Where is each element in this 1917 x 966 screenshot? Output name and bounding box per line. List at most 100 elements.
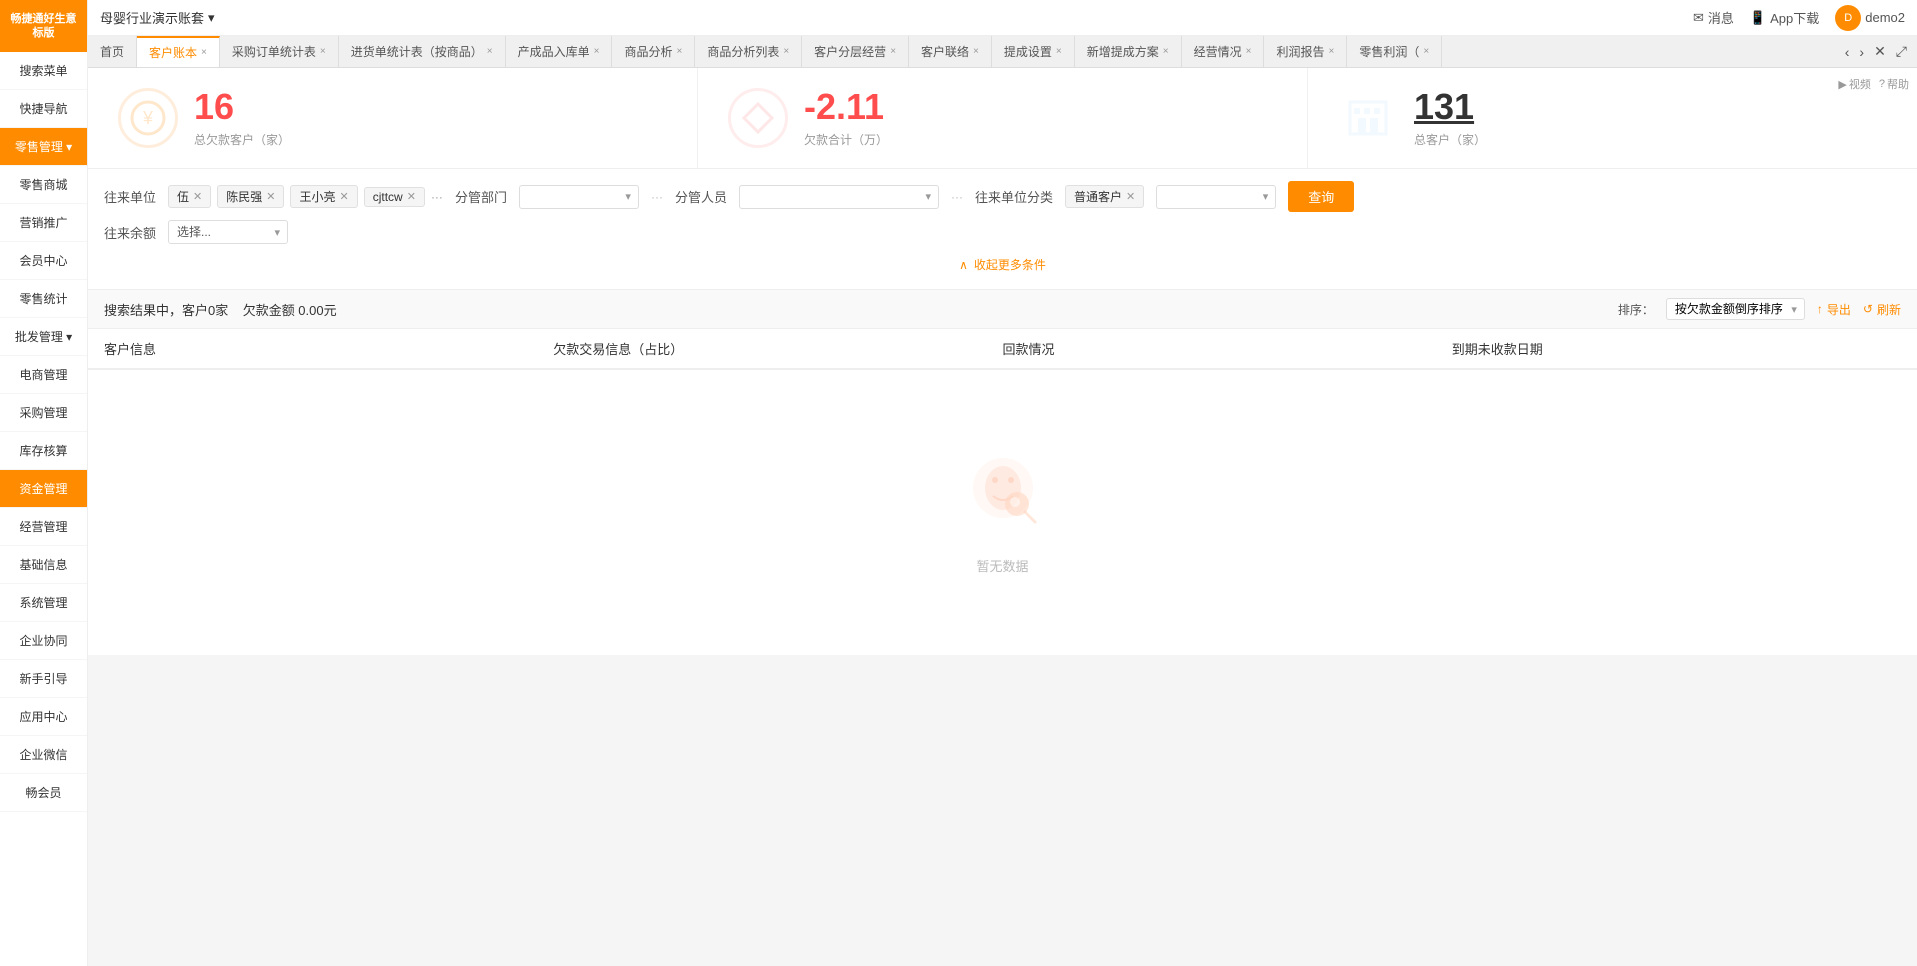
user-menu[interactable]: D demo2 [1835,5,1905,31]
tab-home[interactable]: 首页 [88,36,137,68]
tab-label-add_promo_plan: 新增提成方案 [1087,43,1159,60]
tab-customer_segment[interactable]: 客户分层经营× [802,36,909,68]
sidebar-item-finance_mgmt[interactable]: 资金管理 [0,470,87,508]
tab-label-retail_profit: 零售利润（ [1359,43,1419,60]
filter-collapse-row[interactable]: ∧ 收起更多条件 [104,252,1901,277]
filter-unit-tag-伍[interactable]: 伍 ✕ [168,185,211,208]
help-button[interactable]: ? 帮助 [1879,76,1909,92]
tab-label-customer_book: 客户账本 [149,44,197,61]
messages-label: 消息 [1708,8,1734,27]
tab-close-retail_profit[interactable]: × [1423,46,1429,57]
tab-add_promo_plan[interactable]: 新增提成方案 × [1075,36,1182,68]
stat-credit-amount: -2.11 欠款合计（万） [698,68,1308,168]
stat-value-credit-amount: -2.11 [804,89,888,125]
account-selector[interactable]: 母婴行业演示账套 ▾ [100,8,215,27]
tab-close-product_analysis[interactable]: × [676,46,682,57]
table-col-回款情况: 回款情况 [1003,339,1452,358]
filter-person-label: 分管人员 [675,187,727,206]
tabs-prev-button[interactable]: ‹ [1841,42,1854,62]
app-download-button[interactable]: 📱 App下载 [1750,8,1819,27]
tab-profit_report[interactable]: 利润报告 × [1264,36,1347,68]
query-button[interactable]: 查询 [1288,181,1354,212]
filter-unit-tag-cjttcw[interactable]: cjttcw ✕ [364,187,425,207]
filter-balance-select[interactable]: 选择... [168,220,288,244]
tab-produce_inbound[interactable]: 产成品入库单× [506,36,613,68]
tab-product_analysis_list[interactable]: 商品分析列表× [695,36,802,68]
tab-product_analysis[interactable]: 商品分析× [612,36,695,68]
sidebar-item-quick_nav[interactable]: 快捷导航 [0,90,87,128]
sidebar-item-retail_mall[interactable]: 零售商城 [0,166,87,204]
sidebar-item-enterprise_collab[interactable]: 企业协同 [0,622,87,660]
tabs-next-button[interactable]: › [1855,42,1868,62]
sidebar-item-batch_mgmt[interactable]: 批发管理 ▾ [0,318,87,356]
tabs-close-all-button[interactable]: ✕ [1870,41,1890,62]
sidebar: 畅捷通好生意 标版 搜索菜单快捷导航零售管理 ▾零售商城营销推广会员中心零售统计… [0,0,88,966]
tab-close-inbound_stats[interactable]: × [487,46,493,57]
filter-balance-container: 选择... [168,220,288,244]
sidebar-item-inventory[interactable]: 库存核算 [0,432,87,470]
sidebar-item-retail_mgmt[interactable]: 零售管理 ▾ [0,128,87,166]
export-icon: ↑ [1817,302,1823,316]
tab-close-business_status[interactable]: × [1246,46,1252,57]
filter-unit-label: 往来单位 [104,187,156,206]
filter-person-more[interactable]: ··· [951,190,963,204]
sidebar-logo: 畅捷通好生意 标版 [0,0,87,52]
filter-unit-tag-王小亮[interactable]: 王小亮 ✕ [290,185,357,208]
sidebar-item-member_vip[interactable]: 畅会员 [0,774,87,812]
tag-close[interactable]: ✕ [407,190,416,203]
tab-retail_profit[interactable]: 零售利润（ × [1347,36,1442,68]
sidebar-item-search[interactable]: 搜索菜单 [0,52,87,90]
results-bar: 搜索结果中，客户0家 欠款金额 0.00元 排序： 按欠款金额倒序排序 ↑ 导出… [88,290,1917,329]
avatar: D [1835,5,1861,31]
filter-unit-type-select[interactable] [1156,185,1276,209]
tab-label-business_status: 经营情况 [1194,43,1242,60]
refresh-button[interactable]: ↺ 刷新 [1863,301,1901,318]
stat-value-credit-customers: 16 [194,89,290,125]
tag-close[interactable]: ✕ [340,190,349,203]
tab-close-product_analysis_list[interactable]: × [783,46,789,57]
filter-person-select[interactable] [739,185,939,209]
tag-close[interactable]: ✕ [193,190,202,203]
sidebar-item-new_guide[interactable]: 新手引导 [0,660,87,698]
filter-dept-more[interactable]: ··· [651,190,663,204]
sidebar-item-ecom_mgmt[interactable]: 电商管理 [0,356,87,394]
tab-purchase_order_stats[interactable]: 采购订单统计表× [220,36,339,68]
tag-close[interactable]: ✕ [266,190,275,203]
tab-close-add_promo_plan[interactable]: × [1163,46,1169,57]
export-button[interactable]: ↑ 导出 [1817,301,1851,318]
filter-unit-type-tag[interactable]: 普通客户 ✕ [1065,185,1144,208]
sidebar-item-member_center[interactable]: 会员中心 [0,242,87,280]
sidebar-item-enterprise_wechat[interactable]: 企业微信 [0,736,87,774]
filter-unit-tag-陈民强[interactable]: 陈民强 ✕ [217,185,284,208]
sidebar-item-purchase_mgmt[interactable]: 采购管理 [0,394,87,432]
filter-unit-type-close[interactable]: ✕ [1126,190,1135,203]
tabs-expand-button[interactable]: ⤢ [1892,41,1911,62]
messages-button[interactable]: ✉ 消息 [1693,8,1734,27]
sort-select[interactable]: 按欠款金额倒序排序 [1666,298,1805,320]
video-help-button[interactable]: ▶ 视频 [1838,76,1870,92]
unit-tags-more[interactable]: ··· [431,190,443,204]
filter-dept-select[interactable] [519,185,639,209]
tab-close-purchase_order_stats[interactable]: × [320,46,326,57]
stat-value-total-customers: 131 [1414,89,1486,125]
sidebar-item-app_center[interactable]: 应用中心 [0,698,87,736]
tab-customer_contact[interactable]: 客户联络× [909,36,992,68]
tab-close-profit_report[interactable]: × [1328,46,1334,57]
tab-customer_book[interactable]: 客户账本 × [137,36,220,68]
sidebar-item-retail_stats[interactable]: 零售统计 [0,280,87,318]
sidebar-item-system_mgmt[interactable]: 系统管理 [0,584,87,622]
sidebar-item-operations_mgmt[interactable]: 经营管理 [0,508,87,546]
filter-unit-tags: 伍 ✕ 陈民强 ✕ 王小亮 ✕ cjttcw ✕ ··· [168,185,443,208]
tab-promo_settings[interactable]: 提成设置× [992,36,1075,68]
sidebar-item-marketing[interactable]: 营销推广 [0,204,87,242]
tab-close-customer_contact[interactable]: × [973,46,979,57]
tab-inbound_stats[interactable]: 进货单统计表（按商品）× [339,36,506,68]
tab-label-profit_report: 利润报告 [1276,43,1324,60]
tab-close-produce_inbound[interactable]: × [594,46,600,57]
tab-close-customer_segment[interactable]: × [890,46,896,57]
sidebar-item-basic_info[interactable]: 基础信息 [0,546,87,584]
tab-close-promo_settings[interactable]: × [1056,46,1062,57]
tab-close-customer_book[interactable]: × [201,47,207,58]
tab-business_status[interactable]: 经营情况 × [1182,36,1265,68]
main-content: 母婴行业演示账套 ▾ ✉ 消息 📱 App下载 D demo2 首页客户账本×采… [88,0,1917,966]
